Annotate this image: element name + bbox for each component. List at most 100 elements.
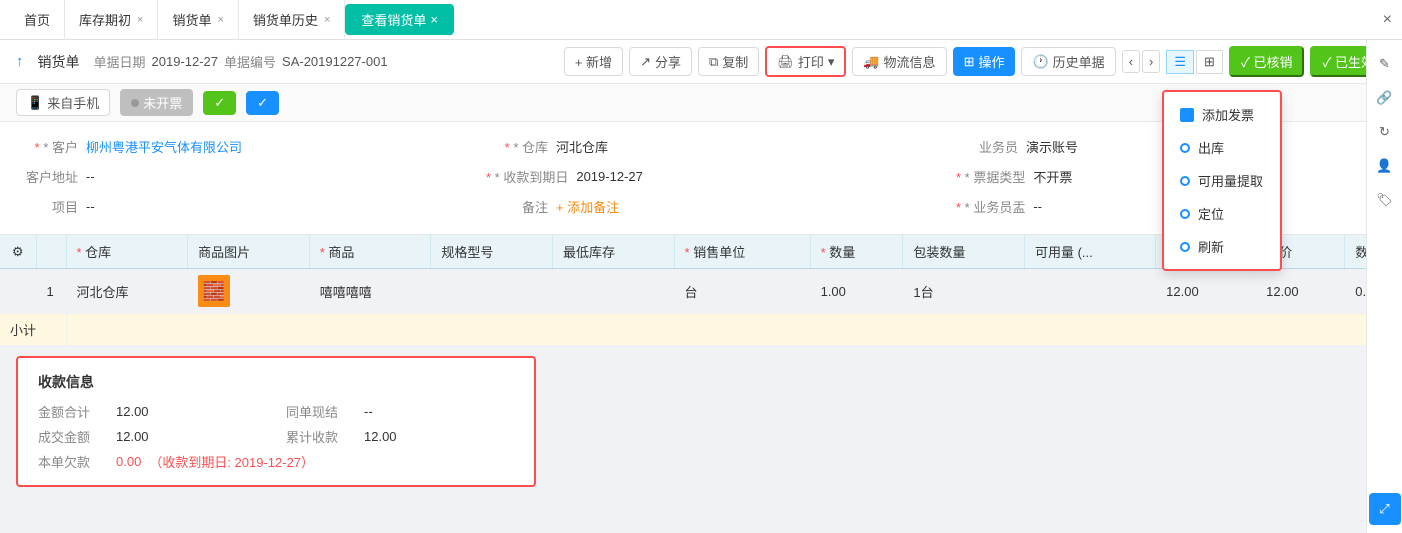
project-label: 项目 (16, 197, 86, 216)
row-min-stock (552, 269, 674, 314)
subtotal-values (66, 314, 1402, 346)
cumulative-label: 累计收款 (286, 427, 356, 446)
col-unit: * 销售单位 (674, 235, 810, 269)
nav-arrows: ‹ › (1122, 50, 1161, 73)
checkmark-icon: ✓ (1241, 55, 1250, 70)
add-invoice-item[interactable]: 添加发票 (1164, 98, 1280, 131)
prev-button[interactable]: ‹ (1122, 50, 1140, 73)
check1-button[interactable]: ✓ (203, 91, 236, 115)
staff-label: 业务员 (956, 137, 1026, 156)
cumulative-item: 累计收款 12.00 (286, 427, 514, 446)
grid-view-btn[interactable]: ⊞ (1196, 50, 1223, 74)
transaction-value: 12.00 (116, 429, 149, 444)
user-btn[interactable]: 👤 (1369, 150, 1401, 182)
copy-button[interactable]: ⧉ 复制 (698, 47, 759, 76)
tab-view-sales-label: 查看销货单 (361, 10, 426, 29)
sold-badge: ✓ 已核销 (1229, 46, 1305, 77)
print-button-label: 打印 (798, 52, 824, 71)
col-gear[interactable]: ⚙ (0, 235, 36, 269)
logistics-icon: 🚚 (863, 54, 879, 70)
due-note: （收款到期日: 2019-12-27） (149, 452, 314, 471)
refresh-label: 刷新 (1198, 237, 1224, 256)
payment-date-field: * 收款到期日 2019-12-27 (486, 167, 916, 186)
operations-button[interactable]: ⊞ 操作 (953, 47, 1016, 76)
payment-grid: 金额合计 12.00 同单现结 -- 成交金额 12.00 累计收款 12.00… (38, 402, 514, 471)
outbound-item[interactable]: 出库 (1164, 131, 1280, 164)
col-min-stock: 最低库存 (552, 235, 674, 269)
tab-sales-close[interactable]: × (217, 14, 223, 26)
available-qty-item[interactable]: 可用量提取 (1164, 164, 1280, 197)
customer-address-field: 客户地址 -- (16, 167, 446, 186)
row-spec (431, 269, 553, 314)
due-item: 本单欠款 0.00 （收款到期日: 2019-12-27） (38, 452, 514, 471)
total-amount-label: 金额合计 (38, 402, 108, 421)
tab-sales-history[interactable]: 销货单历史 × (239, 0, 345, 40)
operations-dropdown: 添加发票 出库 可用量提取 定位 刷新 (1162, 90, 1282, 271)
tab-sales[interactable]: 销货单 × (158, 0, 238, 40)
available-qty-label: 可用量提取 (1198, 171, 1263, 190)
row-pack-qty: 1台 (903, 269, 1025, 314)
sold-label: 已核销 (1253, 55, 1292, 70)
tab-bar-close-btn[interactable]: × (1383, 11, 1392, 29)
refresh-icon (1180, 242, 1190, 252)
next-button[interactable]: › (1142, 50, 1160, 73)
from-phone-button[interactable]: 📱 来自手机 (16, 89, 110, 116)
link-btn[interactable]: 🔗 (1369, 82, 1401, 114)
row-warehouse: 河北仓库 (66, 269, 188, 314)
not-open-button[interactable]: 未开票 (120, 89, 193, 116)
tab-sales-label: 销货单 (172, 10, 211, 29)
new-button[interactable]: + 新增 (564, 47, 623, 76)
expand-btn[interactable]: ⤢ (1369, 493, 1401, 525)
payment-date-value: 2019-12-27 (576, 169, 643, 184)
project-field: 项目 -- (16, 197, 446, 216)
refresh-item[interactable]: 刷新 (1164, 230, 1280, 263)
share-icon: ↗ (640, 54, 651, 70)
rotate-btn[interactable]: ↻ (1369, 116, 1401, 148)
rotate-icon: ↻ (1379, 124, 1390, 140)
transaction-label: 成交金额 (38, 427, 108, 446)
table-row: 1 河北仓库 🧱 嘻嘻嘻嘻 台 1.00 1台 12.00 12.00 0. (0, 269, 1402, 314)
tab-sales-history-close[interactable]: × (324, 14, 330, 26)
tab-inventory[interactable]: 库存期初 × (65, 0, 158, 40)
position-item[interactable]: 定位 (1164, 197, 1280, 230)
ticket-type-value: 不开票 (1033, 167, 1072, 186)
row-quantity: 1.00 (810, 269, 903, 314)
number-value: SA-20191227-001 (282, 54, 388, 69)
logistics-button[interactable]: 🚚 物流信息 (852, 47, 946, 76)
print-icon: 🖨 (777, 54, 794, 70)
col-spec: 规格型号 (431, 235, 553, 269)
expand-icon: ⤢ (1379, 501, 1389, 517)
row-gear[interactable] (0, 269, 36, 314)
history-button[interactable]: 🕐 历史单据 (1021, 47, 1115, 76)
tag-btn[interactable]: 🏷 (1369, 184, 1401, 216)
print-button[interactable]: 🖨 打印 ▾ (765, 46, 846, 77)
customer-value[interactable]: 柳州粤港平安气体有限公司 (86, 137, 242, 156)
tab-inventory-close[interactable]: × (137, 14, 143, 26)
tab-home[interactable]: 首页 (10, 0, 65, 40)
add-invoice-label: 添加发票 (1202, 105, 1254, 124)
position-label: 定位 (1198, 204, 1224, 223)
view-toggle: ☰ ⊞ (1166, 50, 1223, 74)
row-product-img: 🧱 (188, 269, 310, 314)
outbound-icon (1180, 143, 1190, 153)
share-button[interactable]: ↗ 分享 (629, 47, 692, 76)
logistics-button-label: 物流信息 (884, 52, 936, 71)
edit-icon: ✎ (1379, 56, 1390, 72)
total-amount-value: 12.00 (116, 404, 149, 419)
row-num: 1 (36, 269, 66, 314)
settlement-item: 同单现结 -- (286, 402, 514, 421)
product-image: 🧱 (198, 275, 230, 307)
note-add-link[interactable]: + 添加备注 (556, 197, 619, 216)
due-value: 0.00 (116, 454, 141, 469)
project-value: -- (86, 199, 95, 214)
print-dropdown-icon: ▾ (828, 54, 835, 70)
list-view-btn[interactable]: ☰ (1166, 50, 1194, 74)
tab-view-sales-btn[interactable]: 查看销货单 × (345, 4, 454, 35)
check2-button[interactable]: ✓ (246, 91, 279, 115)
right-sidebar: ✎ 🔗 ↻ 👤 🏷 ⤢ (1366, 40, 1402, 533)
tab-view-sales-close[interactable]: × (430, 12, 438, 27)
subtotal-label: 小计 (0, 314, 66, 346)
link-icon: 🔗 (1376, 90, 1392, 106)
edit-btn[interactable]: ✎ (1369, 48, 1401, 80)
row-available (1024, 269, 1155, 314)
